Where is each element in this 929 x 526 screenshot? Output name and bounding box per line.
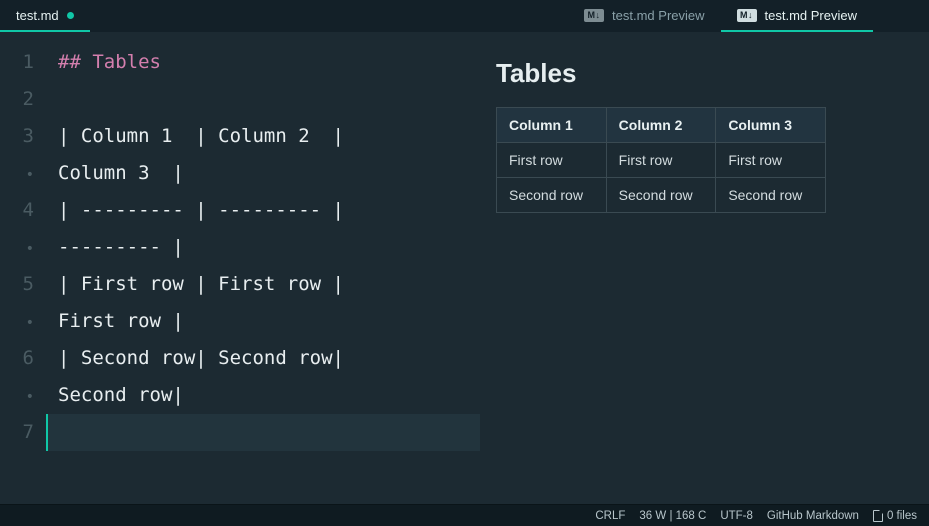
gutter-line: 4 [0,192,48,229]
table-header-cell: Column 3 [716,108,826,143]
status-bar: CRLF 36 W | 168 C UTF-8 GitHub Markdown … [0,504,929,526]
file-icon [873,510,883,522]
code-line[interactable]: | Second row| Second row| [48,340,480,377]
code-line[interactable]: Column 3 | [48,155,480,192]
line-number-gutter: 123 4 5 6 7 [0,44,48,504]
editor-pane[interactable]: 123 4 5 6 7 ## Tables | Column 1 | Column 2 |… [0,32,480,504]
tab-preview-2[interactable]: M↓ test.md Preview [721,0,873,32]
status-files-label: 0 files [887,510,917,522]
tab-trailing-space [873,0,929,32]
code-line[interactable]: First row | [48,303,480,340]
code-line[interactable]: --------- | [48,229,480,266]
code-line[interactable] [46,414,480,451]
tab-preview-1[interactable]: M↓ test.md Preview [568,0,720,32]
tab-label: test.md [16,8,59,23]
table-row: Second rowSecond rowSecond row [497,178,826,213]
tab-editor[interactable]: test.md [0,0,90,32]
preview-table: Column 1Column 2Column 3 First rowFirst … [496,107,826,213]
gutter-line: 1 [0,44,48,81]
gutter-line [0,155,48,192]
gutter-line: 2 [0,81,48,118]
content-area: 123 4 5 6 7 ## Tables | Column 1 | Column 2 |… [0,32,929,504]
table-cell: Second row [716,178,826,213]
gutter-line: 5 [0,266,48,303]
status-grammar[interactable]: GitHub Markdown [767,510,859,522]
gutter-line [0,303,48,340]
table-header-cell: Column 1 [497,108,607,143]
tab-spacer [90,0,568,32]
code-line[interactable]: | First row | First row | [48,266,480,303]
gutter-line [0,377,48,414]
table-cell: Second row [497,178,607,213]
gutter-line [0,229,48,266]
status-eol[interactable]: CRLF [595,510,625,522]
preview-heading: Tables [496,58,901,89]
status-word-char-count[interactable]: 36 W | 168 C [639,510,706,522]
markdown-badge-icon: M↓ [737,9,757,22]
modified-dot-icon [67,12,74,19]
tab-bar: test.md M↓ test.md Preview M↓ test.md Pr… [0,0,929,32]
code-line[interactable]: | --------- | --------- | [48,192,480,229]
gutter-line: 7 [0,414,48,451]
code-line[interactable]: ## Tables [48,44,480,81]
markdown-badge-icon: M↓ [584,9,604,22]
code-area[interactable]: ## Tables | Column 1 | Column 2 |Column 3… [48,44,480,504]
status-encoding[interactable]: UTF-8 [720,510,753,522]
gutter-line: 6 [0,340,48,377]
table-header-cell: Column 2 [606,108,716,143]
table-cell: First row [716,143,826,178]
table-cell: First row [606,143,716,178]
code-line[interactable]: Second row| [48,377,480,414]
table-cell: First row [497,143,607,178]
gutter-line: 3 [0,118,48,155]
table-row: First rowFirst rowFirst row [497,143,826,178]
status-files[interactable]: 0 files [873,510,917,522]
code-line[interactable] [48,81,480,118]
table-cell: Second row [606,178,716,213]
code-line[interactable]: | Column 1 | Column 2 | [48,118,480,155]
preview-pane: Tables Column 1Column 2Column 3 First ro… [480,32,929,504]
tab-label: test.md Preview [765,8,857,23]
tab-label: test.md Preview [612,8,704,23]
